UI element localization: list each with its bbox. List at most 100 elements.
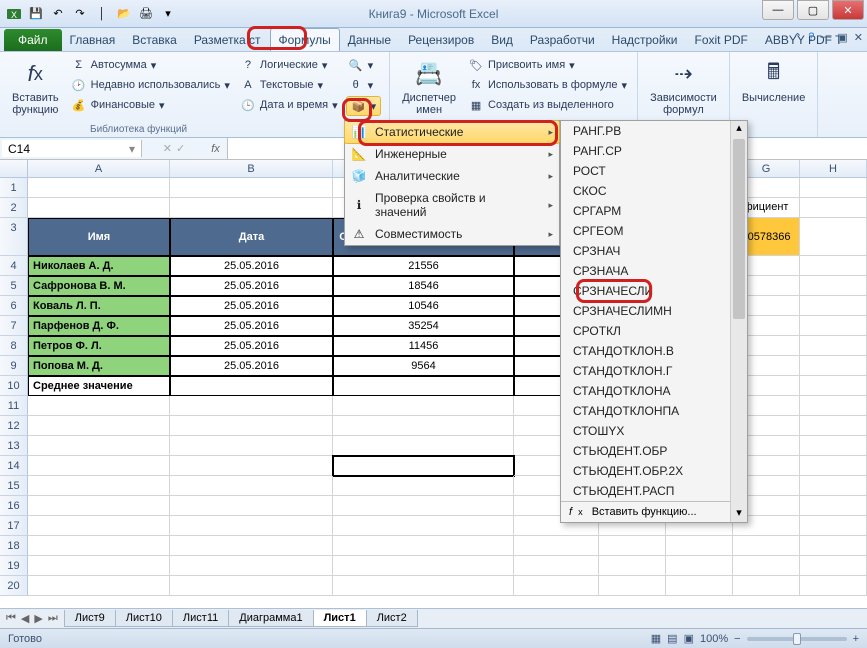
cell[interactable] (28, 496, 170, 516)
function-item[interactable]: СТАНДОТКЛОН.Г (561, 361, 747, 381)
cell[interactable] (800, 376, 867, 396)
sheet-tab[interactable]: Диаграмма1 (228, 610, 313, 627)
cell[interactable] (170, 516, 333, 536)
cell[interactable] (333, 376, 514, 396)
view-normal-icon[interactable]: ▦ (651, 632, 661, 645)
tab-view[interactable]: Вид (483, 29, 522, 51)
tab-home[interactable]: Главная (62, 29, 125, 51)
cell[interactable] (170, 416, 333, 436)
row-header[interactable]: 19 (0, 556, 28, 576)
row-header[interactable]: 17 (0, 516, 28, 536)
row-header[interactable]: 8 (0, 336, 28, 356)
row-header[interactable]: 16 (0, 496, 28, 516)
cell[interactable] (28, 198, 170, 218)
cell[interactable]: Имя (28, 218, 170, 256)
cell[interactable] (666, 576, 733, 596)
cell[interactable] (666, 536, 733, 556)
cell[interactable]: 18546 (333, 276, 514, 296)
function-item[interactable]: СРЗНАЧА (561, 261, 747, 281)
zoom-slider[interactable] (747, 637, 847, 641)
cell[interactable]: Сафронова В. М. (28, 276, 170, 296)
cell[interactable] (800, 396, 867, 416)
sheet-tab[interactable]: Лист2 (366, 610, 418, 627)
cell[interactable] (170, 376, 333, 396)
maximize-button[interactable]: ▢ (797, 0, 829, 20)
redo-icon[interactable]: ↷ (70, 4, 90, 24)
row-header[interactable]: 6 (0, 296, 28, 316)
cell[interactable] (800, 556, 867, 576)
cell[interactable] (599, 536, 666, 556)
help-icon[interactable]: ? (808, 31, 814, 44)
cell[interactable] (333, 576, 514, 596)
cell[interactable] (333, 456, 514, 476)
function-item[interactable]: СТАНДОТКЛОНПА (561, 401, 747, 421)
cell[interactable] (514, 536, 599, 556)
cell[interactable] (170, 536, 333, 556)
insert-function-link[interactable]: fx Вставить функцию... (561, 501, 747, 522)
function-item[interactable]: СРГЕОМ (561, 221, 747, 241)
cell[interactable] (28, 416, 170, 436)
cell[interactable] (733, 576, 800, 596)
row-header[interactable]: 13 (0, 436, 28, 456)
cell[interactable] (333, 496, 514, 516)
zoom-level[interactable]: 100% (700, 633, 728, 645)
sheet-tab[interactable]: Лист10 (115, 610, 173, 627)
qat-more-icon[interactable]: ▾ (158, 4, 178, 24)
row-header[interactable]: 2 (0, 198, 28, 218)
calculation-button[interactable]: 🖩 Вычисление (738, 56, 810, 135)
cell[interactable] (800, 276, 867, 296)
cell[interactable] (733, 536, 800, 556)
cell[interactable]: Петров Ф. Л. (28, 336, 170, 356)
cell[interactable] (170, 178, 333, 198)
cell[interactable]: Среднее значение (28, 376, 170, 396)
function-item[interactable]: СРГАРМ (561, 201, 747, 221)
row-header[interactable]: 15 (0, 476, 28, 496)
row-header[interactable]: 20 (0, 576, 28, 596)
row-header[interactable]: 14 (0, 456, 28, 476)
cell[interactable] (28, 536, 170, 556)
tab-insert[interactable]: Вставка (124, 29, 186, 51)
sheet-first-icon[interactable]: ⏮ (4, 612, 18, 625)
col-header[interactable]: B (170, 160, 333, 177)
cell[interactable] (666, 556, 733, 576)
cell[interactable]: 25.05.2016 (170, 276, 333, 296)
lookup-button[interactable]: 🔍▾ (346, 56, 382, 74)
cell[interactable] (333, 476, 514, 496)
col-header[interactable]: H (800, 160, 867, 177)
cell[interactable] (333, 416, 514, 436)
minimize-button[interactable]: — (762, 0, 794, 20)
text-button[interactable]: AТекстовые ▾ (238, 76, 340, 94)
cell[interactable] (800, 416, 867, 436)
use-formula-button[interactable]: fxИспользовать в формуле ▾ (466, 76, 629, 94)
row-header[interactable]: 1 (0, 178, 28, 198)
cell[interactable]: 25.05.2016 (170, 296, 333, 316)
function-item[interactable]: СРОТКЛ (561, 321, 747, 341)
insert-function-button[interactable]: fx Вставить функцию (8, 56, 63, 135)
cell[interactable]: 35254 (333, 316, 514, 336)
cell[interactable]: Парфенов Д. Ф. (28, 316, 170, 336)
save-icon[interactable]: 💾 (26, 4, 46, 24)
sheet-next-icon[interactable]: ▶ (32, 612, 44, 625)
cell[interactable] (170, 396, 333, 416)
row-header[interactable]: 9 (0, 356, 28, 376)
view-break-icon[interactable]: ▣ (684, 632, 694, 645)
row-header[interactable]: 7 (0, 316, 28, 336)
zoom-out-button[interactable]: − (734, 633, 740, 645)
cell[interactable]: Николаев А. Д. (28, 256, 170, 276)
cell[interactable]: Попова М. Д. (28, 356, 170, 376)
cell[interactable] (333, 396, 514, 416)
function-item[interactable]: СТАНДОТКЛОН.В (561, 341, 747, 361)
cell[interactable] (333, 516, 514, 536)
function-item[interactable]: СКОС (561, 181, 747, 201)
doc-close-icon[interactable]: ✕ (854, 31, 863, 44)
excel-icon[interactable]: X (4, 4, 24, 24)
view-layout-icon[interactable]: ▤ (667, 632, 677, 645)
math-button[interactable]: θ▾ (346, 76, 382, 94)
tab-layout[interactable]: Разметка ст (186, 29, 270, 51)
tab-addins[interactable]: Надстройки (604, 29, 687, 51)
menu-compat[interactable]: ⚠Совместимость▸ (345, 223, 559, 245)
cell[interactable] (170, 456, 333, 476)
row-header[interactable]: 3 (0, 218, 28, 256)
sheet-tab[interactable]: Лист9 (64, 610, 116, 627)
sheet-tab[interactable]: Лист11 (172, 610, 229, 627)
